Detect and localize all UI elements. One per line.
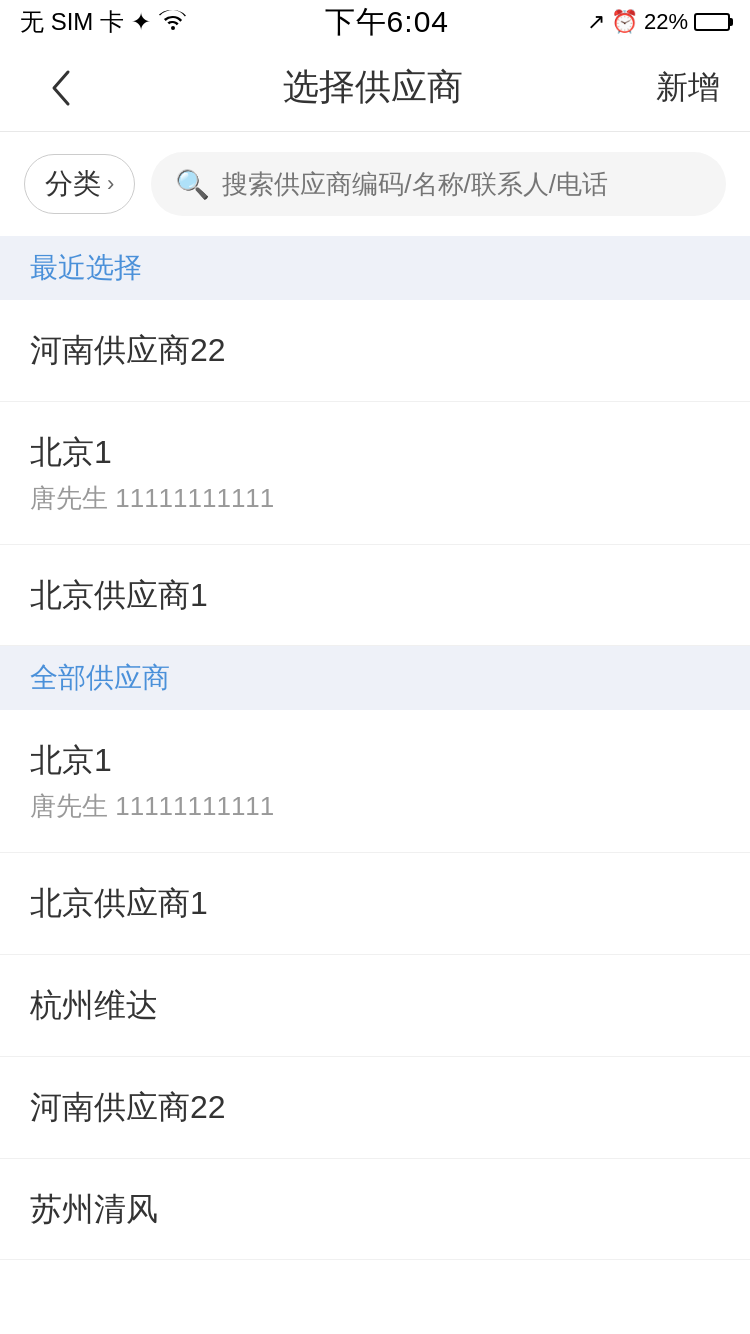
search-bar: 分类 › 🔍 [0, 132, 750, 236]
item-name: 杭州维达 [30, 983, 720, 1028]
all-section-title: 全部供应商 [30, 659, 170, 697]
status-left: 无 SIM 卡 ✦ [20, 6, 187, 38]
list-item[interactable]: 北京供应商1 [0, 545, 750, 647]
item-sub: 唐先生 11111111111 [30, 789, 720, 824]
list-item[interactable]: 河南供应商22 [0, 1057, 750, 1159]
item-name: 北京1 [30, 738, 720, 783]
list-item[interactable]: 北京供应商1 [0, 853, 750, 955]
category-button[interactable]: 分类 › [24, 154, 135, 214]
search-icon: 🔍 [175, 168, 210, 201]
nav-bar: 选择供应商 新增 [0, 44, 750, 132]
battery-icon [694, 13, 730, 31]
status-right: ↗ ⏰ 22% [587, 9, 730, 35]
item-name: 北京供应商1 [30, 573, 720, 618]
chevron-right-icon: › [107, 171, 114, 197]
recent-section-title: 最近选择 [30, 249, 142, 287]
alarm-icon: ⏰ [611, 9, 638, 35]
list-item[interactable]: 苏州清风 [0, 1159, 750, 1261]
sim-label: 无 SIM 卡 ✦ [20, 6, 151, 38]
location-icon: ↗ [587, 9, 605, 35]
list-item[interactable]: 河南供应商22 [0, 300, 750, 402]
item-name: 河南供应商22 [30, 328, 720, 373]
battery-pct: 22% [644, 9, 688, 35]
recent-list: 河南供应商22 北京1 唐先生 11111111111 北京供应商1 [0, 300, 750, 646]
recent-section-header: 最近选择 [0, 236, 750, 300]
list-item[interactable]: 北京1 唐先生 11111111111 [0, 402, 750, 545]
add-button[interactable]: 新增 [656, 66, 720, 110]
status-time: 下午6:04 [325, 2, 449, 43]
back-button[interactable] [30, 58, 90, 118]
wifi-icon [159, 8, 187, 36]
all-list: 北京1 唐先生 11111111111 北京供应商1 杭州维达河南供应商22 苏州清风 [0, 710, 750, 1260]
status-bar: 无 SIM 卡 ✦ 下午6:04 ↗ ⏰ 22% [0, 0, 750, 44]
category-label: 分类 [45, 165, 101, 203]
all-section-header: 全部供应商 [0, 646, 750, 710]
item-name: 北京供应商1 [30, 881, 720, 926]
item-sub: 唐先生 11111111111 [30, 481, 720, 516]
page-title: 选择供应商 [283, 63, 463, 112]
search-input[interactable] [222, 169, 702, 200]
item-name: 北京1 [30, 430, 720, 475]
item-name: 苏州清风 [30, 1187, 720, 1232]
item-name: 河南供应商22 [30, 1085, 720, 1130]
list-item[interactable]: 北京1 唐先生 11111111111 [0, 710, 750, 853]
list-item[interactable]: 杭州维达 [0, 955, 750, 1057]
search-input-wrap[interactable]: 🔍 [151, 152, 726, 216]
